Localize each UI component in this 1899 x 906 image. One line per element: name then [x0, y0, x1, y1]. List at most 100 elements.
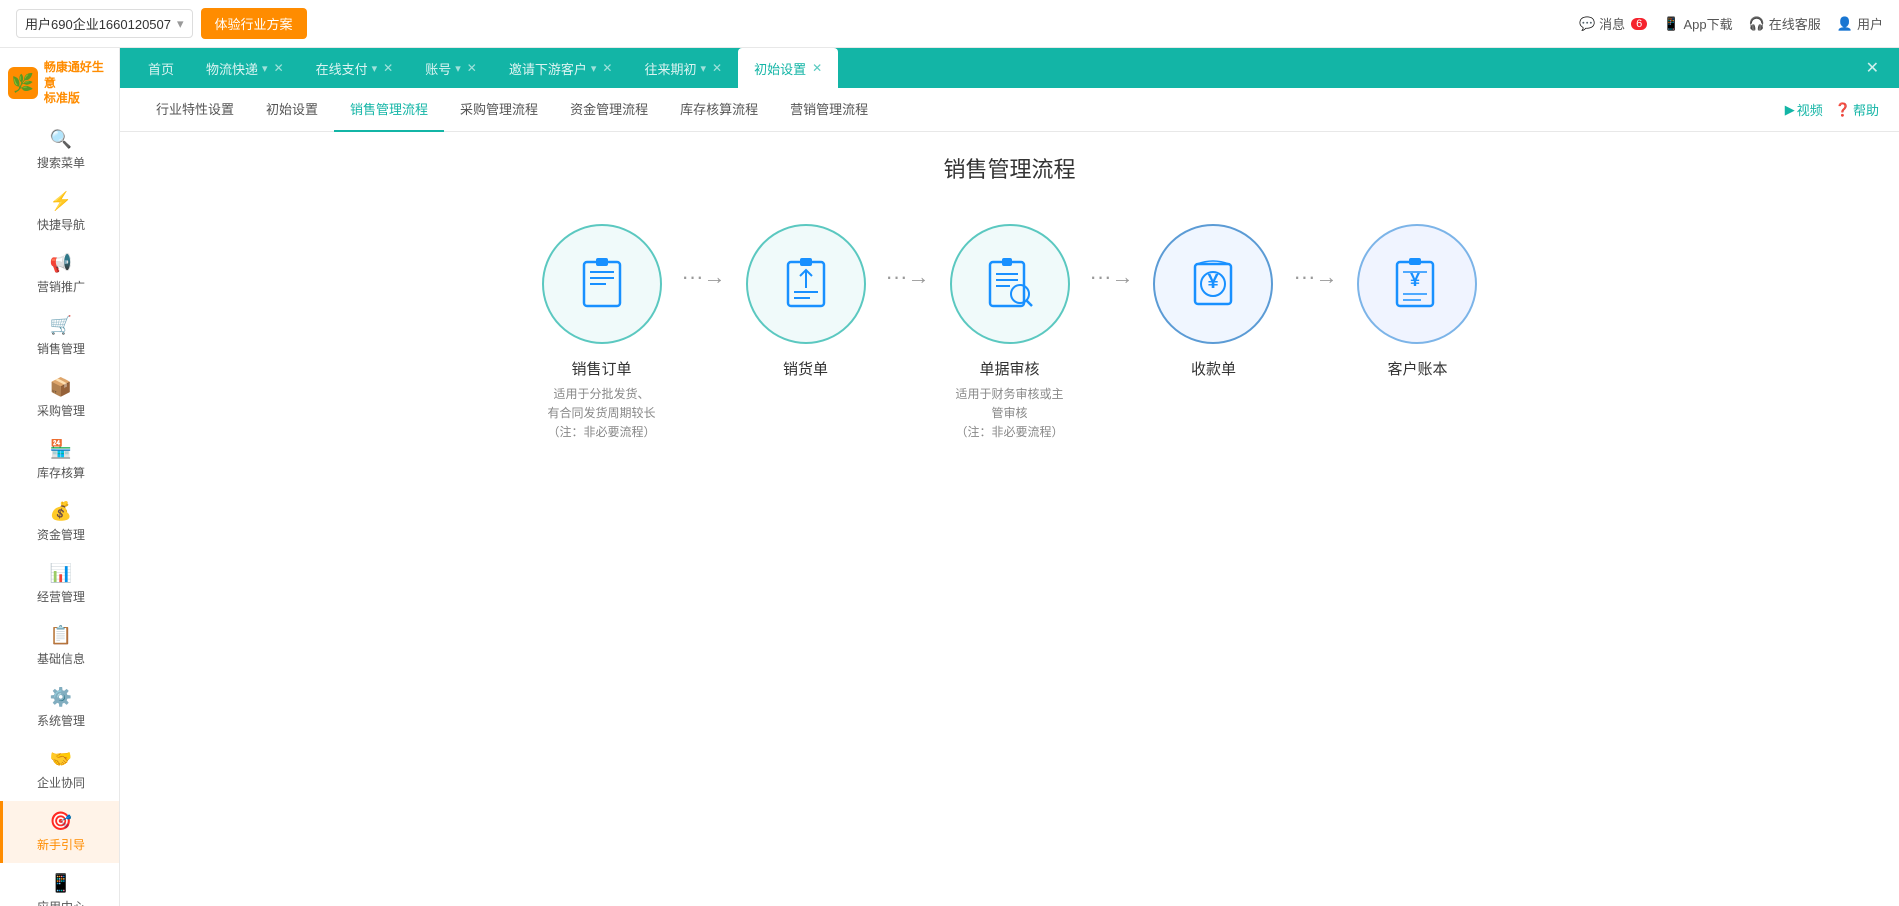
online-service-label: 在线客服 — [1769, 14, 1821, 33]
sub-tabs: 行业特性设置 初始设置 销售管理流程 采购管理流程 资金管理流程 库存核算流程 … — [120, 88, 1899, 132]
invite-close-icon[interactable]: ✕ — [602, 61, 612, 75]
user-label: 用户690企业1660120507 — [25, 14, 171, 33]
sidebar-item-inventory[interactable]: 🏪 库存核算 — [0, 429, 119, 491]
flow-step-customer-ledger[interactable]: ¥ 客户账本 — [1337, 224, 1497, 385]
nav-tab-logistics[interactable]: 物流快递 ▾ ✕ — [190, 48, 300, 88]
sidebar-item-app-center[interactable]: 📱 应用中心 — [0, 863, 119, 906]
sidebar-item-system-mgmt[interactable]: ⚙️ 系统管理 — [0, 677, 119, 739]
arrow-3: ···→ — [1090, 224, 1134, 290]
sidebar-logo: 🌿 畅康通好生意标准版 — [0, 48, 119, 119]
nav-tab-home-label: 首页 — [148, 59, 174, 78]
sidebar-label-finance: 资金管理 — [37, 526, 85, 543]
sub-tab-inventory-flow[interactable]: 库存核算流程 — [664, 88, 774, 132]
nav-bar-close-btn[interactable]: ✕ — [1858, 58, 1887, 78]
inventory-icon: 🏪 — [50, 439, 72, 460]
nav-tab-initial-setup[interactable]: 初始设置 ✕ — [738, 48, 838, 88]
flow-step-receipt[interactable]: ¥ 收款单 — [1133, 224, 1293, 385]
account-close-icon[interactable]: ✕ — [467, 61, 477, 75]
app-download-item[interactable]: 📱 App下载 — [1663, 14, 1732, 33]
nav-tab-logistics-label: 物流快递 — [206, 59, 258, 78]
sidebar-item-enterprise-coop[interactable]: 🤝 企业协同 — [0, 739, 119, 801]
sidebar-item-purchase-mgmt[interactable]: 📦 采购管理 — [0, 367, 119, 429]
sidebar-label-newbie-guide: 新手引导 — [37, 836, 85, 853]
sub-tab-purchase-flow[interactable]: 采购管理流程 — [444, 88, 554, 132]
username-label: 用户 — [1857, 14, 1883, 33]
sub-tab-sales-flow-label: 销售管理流程 — [350, 99, 428, 118]
online-service-item[interactable]: 🎧 在线客服 — [1749, 14, 1821, 33]
help-icon: ❓ — [1835, 102, 1851, 118]
nav-tab-account-label: 账号 — [425, 59, 451, 78]
flow-circle-doc-review — [950, 224, 1070, 344]
sub-tab-actions: ▶ 视频 ❓ 帮助 — [1785, 100, 1879, 119]
arrow-1: ···→ — [682, 224, 726, 290]
sub-tab-marketing-flow-label: 营销管理流程 — [790, 99, 868, 118]
flow-step-sales-delivery-name: 销货单 — [783, 358, 828, 379]
sidebar-item-business-mgmt[interactable]: 📊 经营管理 — [0, 553, 119, 615]
user-selector[interactable]: 用户690企业1660120507 ▾ — [16, 9, 193, 38]
sub-tab-purchase-flow-label: 采购管理流程 — [460, 99, 538, 118]
flow-step-sales-delivery[interactable]: 销货单 — [726, 224, 886, 385]
main-layout: 🌿 畅康通好生意标准版 🔍 搜索菜单 ⚡ 快捷导航 📢 营销推广 🛒 销售管理 … — [0, 48, 1899, 906]
dropdown-arrow-icon: ▾ — [177, 16, 184, 32]
business-mgmt-icon: 📊 — [50, 563, 72, 584]
sidebar-item-search[interactable]: 🔍 搜索菜单 — [0, 119, 119, 181]
sidebar: 🌿 畅康通好生意标准版 🔍 搜索菜单 ⚡ 快捷导航 📢 营销推广 🛒 销售管理 … — [0, 48, 120, 906]
app-download-label: App下载 — [1683, 14, 1732, 33]
sales-mgmt-icon: 🛒 — [50, 315, 72, 336]
logistics-close-icon[interactable]: ✕ — [274, 61, 284, 75]
payment-arrow-icon: ▾ — [372, 62, 378, 75]
headset-icon: 🎧 — [1749, 16, 1765, 32]
sidebar-item-quick-nav[interactable]: ⚡ 快捷导航 — [0, 181, 119, 243]
message-item[interactable]: 💬 消息 6 — [1579, 14, 1647, 33]
account-arrow-icon: ▾ — [455, 62, 461, 75]
initial-setup-close-icon[interactable]: ✕ — [812, 61, 822, 75]
system-mgmt-icon: ⚙️ — [50, 687, 72, 708]
sidebar-label-system-mgmt: 系统管理 — [37, 712, 85, 729]
nav-tab-account[interactable]: 账号 ▾ ✕ — [409, 48, 493, 88]
svg-text:¥: ¥ — [1410, 270, 1420, 290]
sub-tab-inventory-flow-label: 库存核算流程 — [680, 99, 758, 118]
top-bar: 用户690企业1660120507 ▾ 体验行业方案 💬 消息 6 📱 App下… — [0, 0, 1899, 48]
arrow-2: ···→ — [886, 224, 930, 290]
sidebar-label-inventory: 库存核算 — [37, 464, 85, 481]
video-action[interactable]: ▶ 视频 — [1785, 100, 1823, 119]
nav-tab-payment[interactable]: 在线支付 ▾ ✕ — [300, 48, 410, 88]
message-label: 消息 — [1599, 14, 1625, 33]
logo-text: 畅康通好生意标准版 — [44, 60, 111, 107]
sidebar-item-finance[interactable]: 💰 资金管理 — [0, 491, 119, 553]
play-icon: ▶ — [1785, 102, 1795, 118]
logo-icon: 🌿 — [8, 67, 38, 99]
flow-step-doc-review-desc: 适用于财务审核或主管审核（注：非必要流程） — [955, 385, 1063, 443]
sub-tab-marketing-flow[interactable]: 营销管理流程 — [774, 88, 884, 132]
sidebar-item-basic-info[interactable]: 📋 基础信息 — [0, 615, 119, 677]
user-avatar-item[interactable]: 👤 用户 — [1837, 14, 1883, 33]
flow-step-doc-review-name: 单据审核 — [979, 358, 1039, 379]
sub-tab-finance-flow[interactable]: 资金管理流程 — [554, 88, 664, 132]
period-close-icon[interactable]: ✕ — [712, 61, 722, 75]
nav-tab-home[interactable]: 首页 — [132, 48, 190, 88]
message-icon: 💬 — [1579, 16, 1595, 32]
nav-tab-period-initial[interactable]: 往来期初 ▾ ✕ — [628, 48, 738, 88]
nav-tab-initial-setup-label: 初始设置 — [754, 59, 806, 78]
top-bar-right: 💬 消息 6 📱 App下载 🎧 在线客服 👤 用户 — [1579, 14, 1883, 33]
period-arrow-icon: ▾ — [700, 62, 706, 75]
nav-tab-payment-label: 在线支付 — [316, 59, 368, 78]
payment-close-icon[interactable]: ✕ — [383, 61, 393, 75]
nav-tab-invite-downstream[interactable]: 邀请下游客户 ▾ ✕ — [493, 48, 629, 88]
trial-button[interactable]: 体验行业方案 — [201, 8, 307, 39]
help-action[interactable]: ❓ 帮助 — [1835, 100, 1879, 119]
sub-tab-initial-setup[interactable]: 初始设置 — [250, 88, 334, 132]
sub-tab-sales-flow[interactable]: 销售管理流程 — [334, 88, 444, 132]
app-center-icon: 📱 — [50, 873, 72, 894]
sidebar-label-purchase-mgmt: 采购管理 — [37, 402, 85, 419]
flow-step-sales-order[interactable]: 销售订单 适用于分批发货、有合同发货周期较长（注：非必要流程） — [522, 224, 682, 443]
message-badge: 6 — [1631, 18, 1647, 30]
flow-step-doc-review[interactable]: 单据审核 适用于财务审核或主管审核（注：非必要流程） — [930, 224, 1090, 443]
sidebar-item-marketing-promo[interactable]: 📢 营销推广 — [0, 243, 119, 305]
flow-step-sales-order-desc: 适用于分批发货、有合同发货周期较长（注：非必要流程） — [548, 385, 656, 443]
sidebar-item-sales-mgmt[interactable]: 🛒 销售管理 — [0, 305, 119, 367]
sidebar-item-newbie-guide[interactable]: 🎯 新手引导 — [0, 801, 119, 863]
sub-tab-industry-settings[interactable]: 行业特性设置 — [140, 88, 250, 132]
video-label: 视频 — [1797, 100, 1823, 119]
flow-diagram: 销售订单 适用于分批发货、有合同发货周期较长（注：非必要流程） ···→ — [160, 224, 1859, 443]
